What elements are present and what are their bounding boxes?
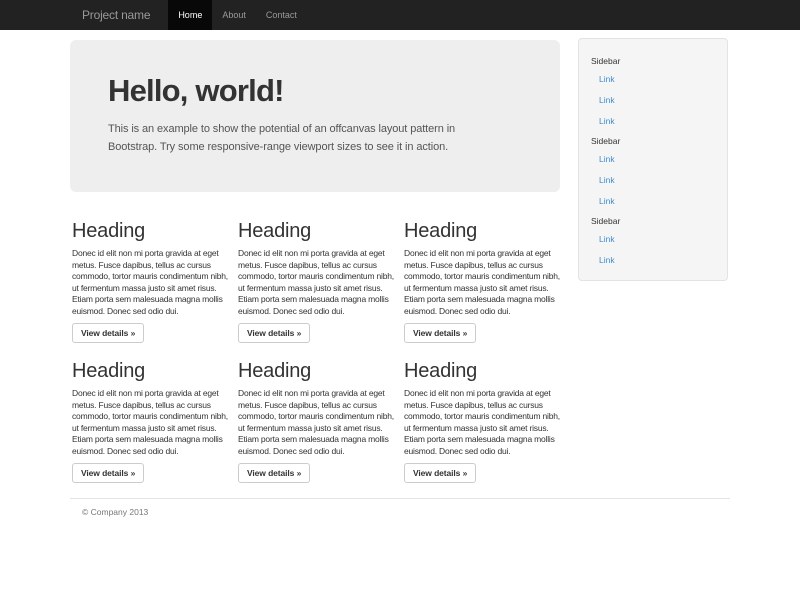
view-details-button[interactable]: View details » [72,323,144,343]
card: Heading Donec id elit non mi porta gravi… [238,360,396,483]
card-heading: Heading [72,360,230,382]
card-heading: Heading [404,220,562,242]
card-body: Donec id elit non mi porta gravida at eg… [238,248,396,317]
card-body: Donec id elit non mi porta gravida at eg… [404,388,562,457]
card-body: Donec id elit non mi porta gravida at eg… [72,248,230,317]
view-details-button[interactable]: View details » [238,463,310,483]
sidebar-section-title: Sidebar [579,211,727,228]
card: Heading Donec id elit non mi porta gravi… [404,220,562,343]
card: Heading Donec id elit non mi porta gravi… [72,220,230,343]
hero-title: Hello, world! [108,74,522,108]
main-row: Hello, world! This is an example to show… [70,30,730,483]
copyright-text: © Company 2013 [70,507,730,517]
navbar: Project name Home About Contact [0,0,800,30]
sidebar-panel: Sidebar Link Link Link Sidebar Link Link… [578,38,728,281]
sidebar-section-title: Sidebar [579,131,727,148]
navbar-inner: Project name Home About Contact [70,0,730,30]
sidebar-link[interactable]: Link [579,249,727,270]
nav-item-home[interactable]: Home [168,0,212,30]
sidebar-link[interactable]: Link [579,110,727,131]
content-column: Hello, world! This is an example to show… [70,30,560,483]
card-heading: Heading [238,360,396,382]
hero-subtitle: This is an example to show the potential… [108,121,506,156]
jumbotron: Hello, world! This is an example to show… [70,40,560,192]
footer-divider [70,498,730,499]
brand-link[interactable]: Project name [70,0,162,30]
sidebar-link[interactable]: Link [579,89,727,110]
sidebar-link[interactable]: Link [579,190,727,211]
nav-item-contact[interactable]: Contact [256,0,307,30]
card: Heading Donec id elit non mi porta gravi… [238,220,396,343]
card-body: Donec id elit non mi porta gravida at eg… [238,388,396,457]
view-details-button[interactable]: View details » [404,463,476,483]
card: Heading Donec id elit non mi porta gravi… [72,360,230,483]
sidebar-link[interactable]: Link [579,148,727,169]
sidebar-link[interactable]: Link [579,169,727,190]
page-container: Hello, world! This is an example to show… [70,30,730,517]
card-heading: Heading [72,220,230,242]
card-body: Donec id elit non mi porta gravida at eg… [404,248,562,317]
card: Heading Donec id elit non mi porta gravi… [404,360,562,483]
sidebar-link[interactable]: Link [579,228,727,249]
view-details-button[interactable]: View details » [72,463,144,483]
card-body: Donec id elit non mi porta gravida at eg… [72,388,230,457]
sidebar-section-title: Sidebar [579,51,727,68]
view-details-button[interactable]: View details » [238,323,310,343]
card-heading: Heading [404,360,562,382]
card-heading: Heading [238,220,396,242]
footer: © Company 2013 [70,498,730,517]
navbar-menu: Home About Contact [168,0,307,30]
nav-item-about[interactable]: About [212,0,256,30]
sidebar-link[interactable]: Link [579,68,727,89]
card-row-1: Heading Donec id elit non mi porta gravi… [70,220,560,343]
view-details-button[interactable]: View details » [404,323,476,343]
card-row-2: Heading Donec id elit non mi porta gravi… [70,360,560,483]
